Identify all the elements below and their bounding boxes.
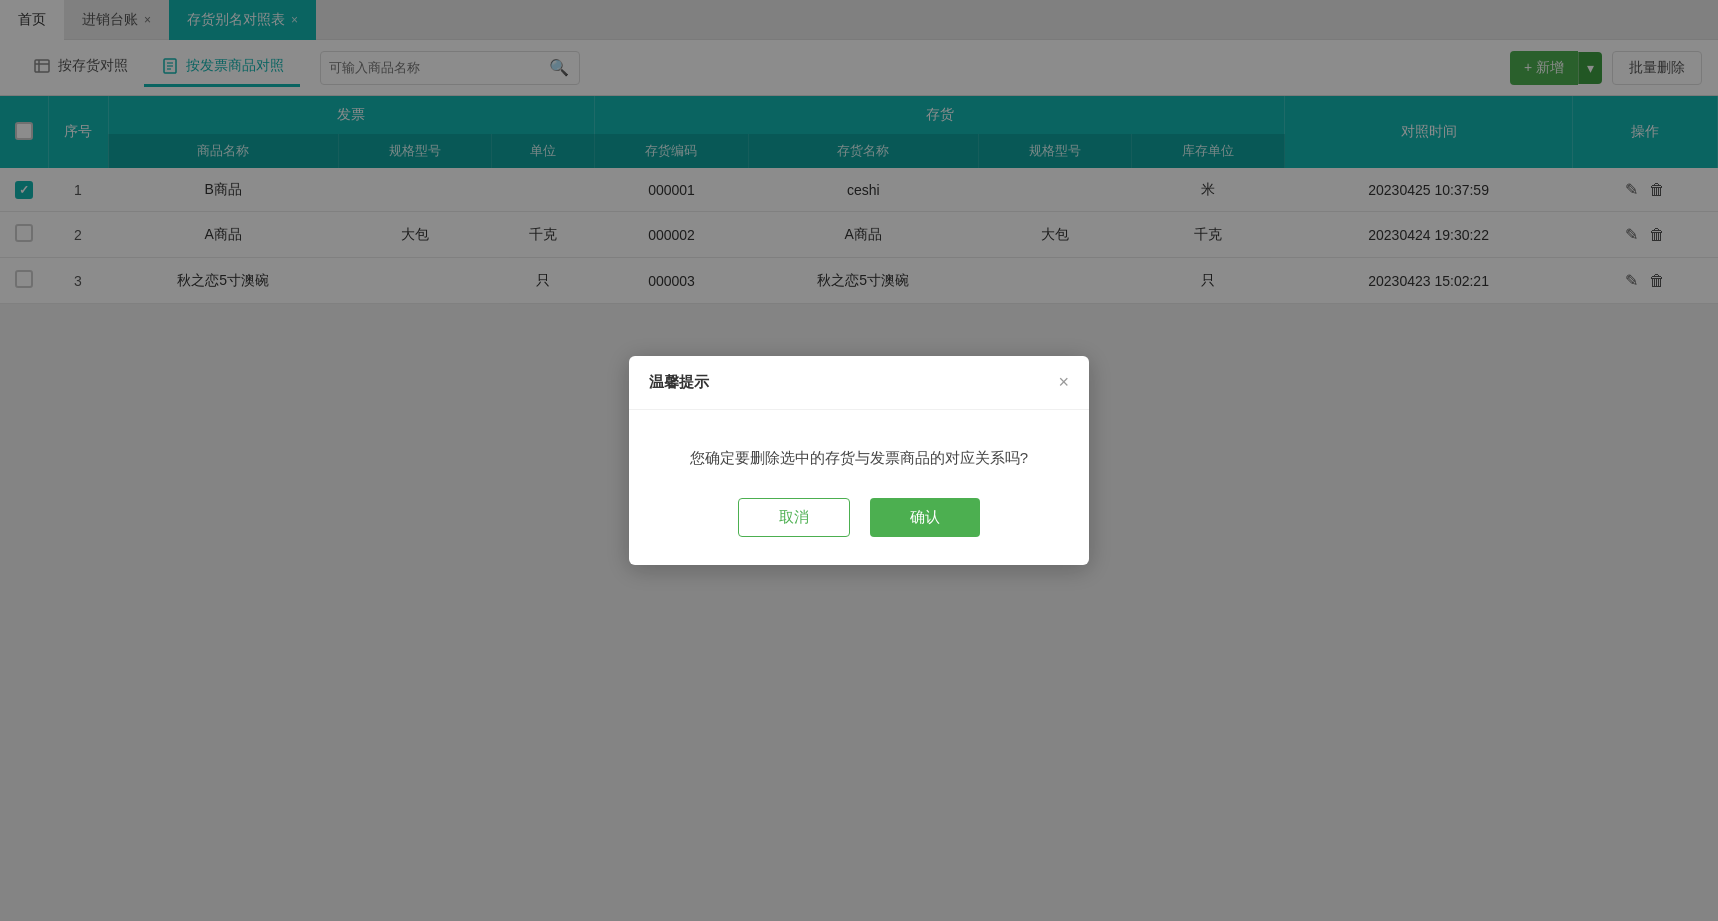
dialog-close-icon[interactable]: × <box>1058 372 1069 393</box>
dialog-title: 温馨提示 <box>649 373 709 392</box>
dialog-overlay: 温馨提示 × 您确定要删除选中的存货与发票商品的对应关系吗? 取消 确认 <box>0 0 1718 921</box>
dialog-header: 温馨提示 × <box>629 356 1089 410</box>
dialog-message: 您确定要删除选中的存货与发票商品的对应关系吗? <box>690 449 1028 466</box>
dialog-cancel-button[interactable]: 取消 <box>738 498 850 537</box>
dialog-footer: 取消 确认 <box>629 498 1089 565</box>
dialog: 温馨提示 × 您确定要删除选中的存货与发票商品的对应关系吗? 取消 确认 <box>629 356 1089 565</box>
dialog-confirm-button[interactable]: 确认 <box>870 498 980 537</box>
dialog-body: 您确定要删除选中的存货与发票商品的对应关系吗? <box>629 410 1089 498</box>
